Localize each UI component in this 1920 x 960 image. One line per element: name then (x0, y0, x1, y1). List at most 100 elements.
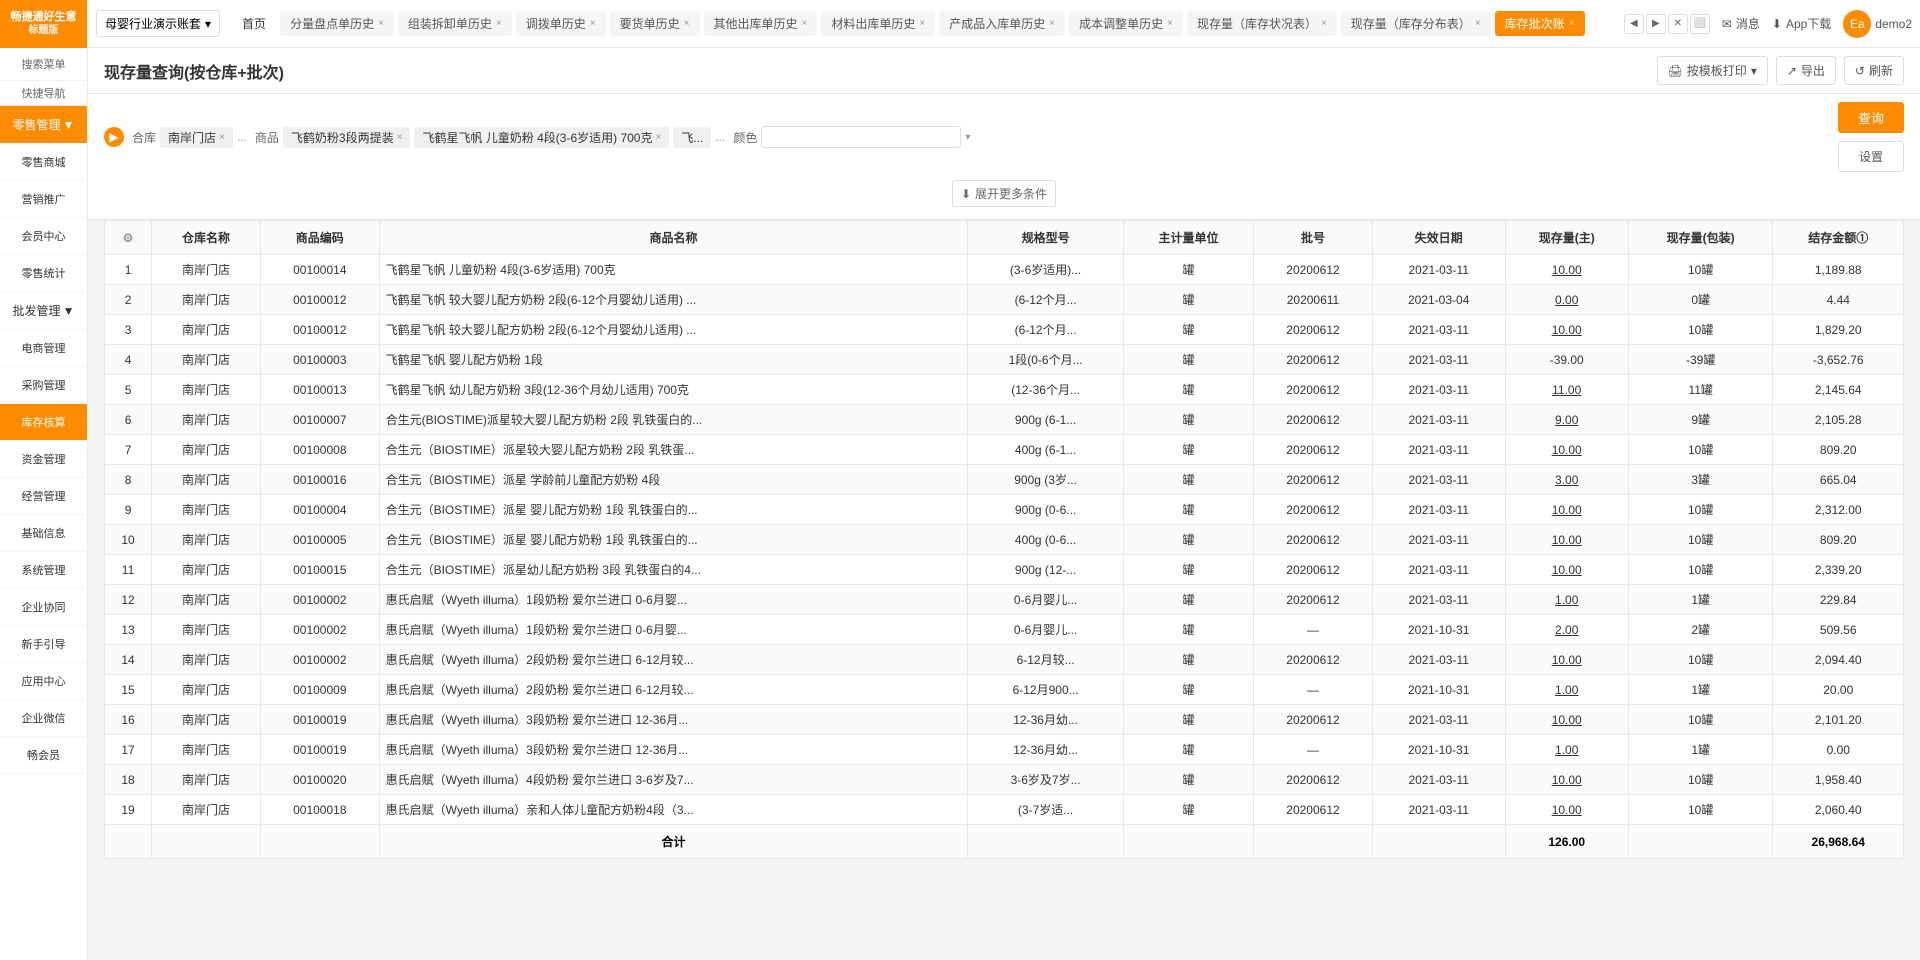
cell-qty-main[interactable]: 10.00 (1505, 555, 1628, 585)
cell-qty-main[interactable]: -39.00 (1505, 345, 1628, 375)
cell-qty-main[interactable]: 10.00 (1505, 705, 1628, 735)
sidebar-item-ecommerce[interactable]: 电商管理 (0, 330, 87, 367)
product-tag-more[interactable]: 飞... (673, 127, 711, 148)
warehouse-tag-close-icon[interactable]: × (219, 132, 225, 143)
sidebar-item-app-center[interactable]: 应用中心 (0, 663, 87, 700)
nav-prev-button[interactable]: ◀ (1624, 14, 1644, 34)
sidebar-item-system[interactable]: 系统管理 (0, 552, 87, 589)
close-material-outbound-icon[interactable]: × (919, 18, 925, 29)
table-settings-icon[interactable]: ⚙ (123, 231, 134, 245)
close-cost-adjust-icon[interactable]: × (1167, 18, 1173, 29)
filter-area: ▶ 合库 南岸门店 × ... 商品 飞鹤奶粉3段两提装 (88, 94, 1920, 220)
message-icon-btn[interactable]: ✉ 消息 (1722, 15, 1760, 32)
settings-button[interactable]: 设置 (1838, 141, 1904, 172)
cell-qty-main[interactable]: 10.00 (1505, 435, 1628, 465)
export-button[interactable]: ↗ 导出 (1776, 56, 1836, 85)
cell-qty-main[interactable]: 10.00 (1505, 255, 1628, 285)
cell-qty-main[interactable]: 1.00 (1505, 735, 1628, 765)
sidebar-item-basic-info[interactable]: 基础信息 (0, 515, 87, 552)
product-tag-feihe-kids[interactable]: 飞鹤星飞帆 儿童奶粉 4段(3-6岁适用) 700克 × (414, 127, 669, 148)
filter-expand-sidebar[interactable]: ▶ (104, 127, 124, 147)
nav-tab-home[interactable]: 首页 (232, 11, 276, 36)
cell-qty-main[interactable]: 10.00 (1505, 765, 1628, 795)
cell-qty-main[interactable]: 10.00 (1505, 315, 1628, 345)
sidebar-item-finance[interactable]: 资金管理 (0, 441, 87, 478)
sidebar-item-enterprise-collab[interactable]: 企业协同 (0, 589, 87, 626)
query-button[interactable]: 查询 (1838, 102, 1904, 133)
close-split-inventory-icon[interactable]: × (378, 18, 384, 29)
sidebar-item-membership[interactable]: 会员中心 (0, 218, 87, 255)
close-disassemble-icon[interactable]: × (496, 18, 502, 29)
cell-qty-main[interactable]: 3.00 (1505, 465, 1628, 495)
cell-qty-main[interactable]: 2.00 (1505, 615, 1628, 645)
sidebar-search[interactable]: 搜索菜单 (0, 48, 87, 81)
product-tag-feihe3-close-icon[interactable]: × (397, 132, 403, 143)
close-requisition-icon[interactable]: × (684, 18, 690, 29)
sidebar-item-retail-stats[interactable]: 零售统计 (0, 255, 87, 292)
cell-qty-main[interactable]: 10.00 (1505, 645, 1628, 675)
nav-tab-inventory-dist[interactable]: 现存量（库存分布表） × (1341, 11, 1491, 36)
sidebar-item-retail-shop[interactable]: 零售商城 (0, 144, 87, 181)
cell-warehouse: 南岸门店 (152, 525, 261, 555)
nav-fullscreen-button[interactable]: ⬜ (1690, 14, 1710, 34)
expand-conditions-button[interactable]: ⬇ 展开更多条件 (952, 180, 1056, 207)
cell-no: 18 (105, 765, 152, 795)
nav-close-button[interactable]: ✕ (1668, 14, 1688, 34)
nav-tab-batch-account[interactable]: 库存批次账 × (1495, 11, 1585, 36)
cell-qty-main[interactable]: 1.00 (1505, 675, 1628, 705)
cell-expire: 2021-03-11 (1372, 495, 1505, 525)
nav-next-button[interactable]: ▶ (1646, 14, 1666, 34)
cell-qty-main[interactable]: 10.00 (1505, 525, 1628, 555)
nav-tab-finished-inbound[interactable]: 产成品入库单历史 × (939, 11, 1065, 36)
sidebar-item-inventory[interactable]: 库存核算 (0, 404, 87, 441)
user-profile-btn[interactable]: Ea demo2 (1843, 10, 1912, 38)
sidebar-quick-nav[interactable]: 快捷导航 (0, 81, 87, 106)
close-finished-inbound-icon[interactable]: × (1049, 18, 1055, 29)
close-inventory-dist-icon[interactable]: × (1475, 18, 1481, 29)
print-button[interactable]: 🖨 按模板打印 ▾ (1657, 56, 1768, 85)
cell-qty-main[interactable]: 11.00 (1505, 375, 1628, 405)
app-download-btn[interactable]: ⬇ App下载 (1772, 15, 1831, 32)
cell-qty-pack: 10罐 (1628, 645, 1773, 675)
nav-tab-inventory-status[interactable]: 现存量（库存状况表） × (1187, 11, 1337, 36)
nav-tab-requisition[interactable]: 要货单历史 × (610, 11, 700, 36)
sidebar-item-enterprise-wechat[interactable]: 企业微信 (0, 700, 87, 737)
close-transfer-icon[interactable]: × (590, 18, 596, 29)
sidebar-item-retail-mgmt[interactable]: 零售管理 ▼ (0, 106, 87, 144)
product-more-icon[interactable]: ... (715, 130, 725, 144)
product-tag-feihe-kids-close-icon[interactable]: × (655, 132, 661, 143)
warehouse-tag-nanan[interactable]: 南岸门店 × (160, 127, 233, 148)
sidebar-item-wholesale[interactable]: 批发管理 ▼ (0, 292, 87, 330)
sidebar-item-operations[interactable]: 经营管理 (0, 478, 87, 515)
warehouse-more-icon[interactable]: ... (237, 130, 247, 144)
sidebar-item-membership-product[interactable]: 畅会员 (0, 737, 87, 774)
refresh-button[interactable]: ↺ 刷新 (1844, 56, 1904, 85)
nav-tab-other-outbound[interactable]: 其他出库单历史 × (704, 11, 818, 36)
close-inventory-status-icon[interactable]: × (1321, 18, 1327, 29)
cell-qty-main[interactable]: 0.00 (1505, 285, 1628, 315)
cell-qty-main[interactable]: 1.00 (1505, 585, 1628, 615)
nav-tab-disassemble[interactable]: 组装拆卸单历史 × (398, 11, 512, 36)
color-filter-input[interactable] (761, 126, 961, 148)
sidebar-item-newbie-guide[interactable]: 新手引导 (0, 626, 87, 663)
cell-qty-main[interactable]: 9.00 (1505, 405, 1628, 435)
close-batch-account-icon[interactable]: × (1569, 18, 1575, 29)
cell-qty-main[interactable]: 10.00 (1505, 495, 1628, 525)
nav-tab-material-outbound[interactable]: 材料出库单历史 × (821, 11, 935, 36)
sidebar-item-purchase[interactable]: 采购管理 (0, 367, 87, 404)
cell-warehouse: 南岸门店 (152, 255, 261, 285)
color-dropdown-icon[interactable]: ▾ (965, 132, 970, 143)
col-code: 商品编码 (261, 221, 380, 255)
cell-qty-pack: 10罐 (1628, 315, 1773, 345)
app-logo: 畅捷通好生意 标题版 (0, 0, 87, 48)
close-other-outbound-icon[interactable]: × (802, 18, 808, 29)
cell-batch: 20200612 (1254, 555, 1373, 585)
nav-tab-split-inventory[interactable]: 分量盘点单历史 × (280, 11, 394, 36)
nav-tab-transfer[interactable]: 调拨单历史 × (516, 11, 606, 36)
account-dropdown[interactable]: 母婴行业演示账套 ▾ (96, 10, 220, 37)
footer-empty-1 (105, 825, 152, 859)
nav-tab-cost-adjust[interactable]: 成本调整单历史 × (1069, 11, 1183, 36)
sidebar-item-marketing[interactable]: 营销推广 (0, 181, 87, 218)
cell-qty-main[interactable]: 10.00 (1505, 795, 1628, 825)
product-tag-feihe3[interactable]: 飞鹤奶粉3段两提装 × (283, 127, 411, 148)
